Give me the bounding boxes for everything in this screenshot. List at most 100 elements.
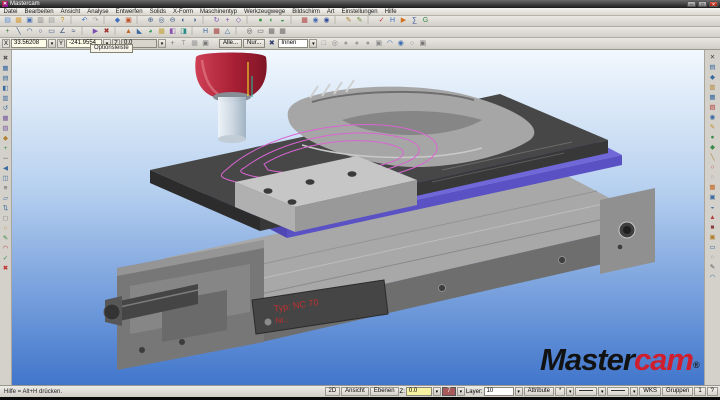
rt-flag-icon[interactable]: ▲ xyxy=(707,213,719,223)
menu-analyse[interactable]: Analyse xyxy=(84,8,112,16)
point-type-icon[interactable]: T xyxy=(178,39,189,49)
select-result-icon[interactable]: □ xyxy=(318,39,329,49)
rt-select-icon[interactable]: ▤ xyxy=(707,63,719,73)
rt-expand-icon[interactable]: ✕ xyxy=(707,53,719,63)
settings-small-icon[interactable]: ▣ xyxy=(200,39,211,49)
mru-view-icon[interactable]: ◫ xyxy=(0,174,12,184)
mru-blank-icon[interactable]: ▤ xyxy=(0,74,12,84)
mru-copy-icon[interactable]: ▥ xyxy=(0,94,12,104)
mru-analyze-icon[interactable]: ◆ xyxy=(0,134,12,144)
mru-box-icon[interactable]: ◻ xyxy=(0,214,12,224)
screenshot-icon[interactable]: ▣ xyxy=(123,16,134,26)
select-area-icon[interactable]: ● xyxy=(362,39,373,49)
mru-repaint-icon[interactable]: ▦ xyxy=(0,64,12,74)
z-caret-icon[interactable]: ▾ xyxy=(158,39,166,48)
mru-level-icon[interactable]: ▧ xyxy=(0,124,12,134)
material-view-icon[interactable]: ◒ xyxy=(277,16,288,26)
separator[interactable]: ▏ xyxy=(68,16,79,26)
y-coordinate-label[interactable]: Y xyxy=(57,39,65,48)
menu-werkzeugwege[interactable]: Werkzeugwege xyxy=(240,8,288,16)
status-line-width-select[interactable] xyxy=(607,387,629,396)
separator[interactable]: ▏ xyxy=(288,16,299,26)
planes-dropdown-icon[interactable]: ◉ xyxy=(321,16,332,26)
select-vector-icon[interactable]: ● xyxy=(351,39,362,49)
separator[interactable]: ▏ xyxy=(244,16,255,26)
x-coordinate-label[interactable]: X xyxy=(2,39,10,48)
unzoom-icon[interactable]: ◐ xyxy=(178,16,189,26)
xform-translate-icon[interactable]: ▶ xyxy=(90,27,101,37)
close-button[interactable]: ✕ xyxy=(709,1,718,7)
rt-leaf-icon[interactable]: ◆ xyxy=(707,143,719,153)
x-caret-icon[interactable]: ▾ xyxy=(48,39,56,48)
status-point-style-caret-icon[interactable]: ▾ xyxy=(566,387,574,396)
status-color-caret-icon[interactable]: ▾ xyxy=(457,387,465,396)
rt-loop-icon[interactable]: ○ xyxy=(707,163,719,173)
separator[interactable]: ▏ xyxy=(134,16,145,26)
grid-display-icon[interactable]: ▦ xyxy=(277,27,288,37)
shaded-view-icon[interactable]: ● xyxy=(255,16,266,26)
in-out-caret-icon[interactable]: ▾ xyxy=(309,39,317,48)
mru-plane-icon[interactable]: ▱ xyxy=(0,194,12,204)
operations-manager-icon[interactable]: ∑ xyxy=(409,16,420,26)
mru-shade-icon[interactable]: ◧ xyxy=(0,84,12,94)
status-attribute-button[interactable]: Attribute xyxy=(524,387,554,396)
open-file-icon[interactable]: ▦ xyxy=(13,16,24,26)
select-window-icon[interactable]: ◎ xyxy=(329,39,340,49)
status-z-field[interactable]: 0.0 xyxy=(406,387,432,396)
rt-planes-icon[interactable]: ▧ xyxy=(707,103,719,113)
status-split1-button[interactable]: 1 xyxy=(694,387,705,396)
mru-swap-icon[interactable]: ⇅ xyxy=(0,204,12,214)
graphics-viewport[interactable]: Typ: NC 70 Nr.: Mastercam® xyxy=(12,50,704,385)
surface-extrude-icon[interactable]: ▲ xyxy=(123,27,134,37)
menu-ansicht[interactable]: Ansicht xyxy=(57,8,84,16)
solids-history-icon[interactable]: H xyxy=(200,27,211,37)
mru-list-icon[interactable]: ≡ xyxy=(0,184,12,194)
rt-null-icon[interactable]: ○ xyxy=(707,253,719,263)
grid-settings-icon[interactable]: ▦ xyxy=(299,16,310,26)
rt-pencil-icon[interactable]: ✎ xyxy=(707,123,719,133)
rt-lasso-icon[interactable]: ◌ xyxy=(707,173,719,183)
status-point-style-select[interactable]: * xyxy=(555,387,565,396)
mru-rotate-icon[interactable]: ↺ xyxy=(0,104,12,114)
selection-fan-icon[interactable]: ✖ xyxy=(266,39,277,49)
create-arc-icon[interactable]: ◠ xyxy=(24,27,35,37)
dynamic-rotate-icon[interactable]: ↻ xyxy=(211,16,222,26)
fit-screen-icon[interactable]: ◇ xyxy=(233,16,244,26)
status-layer-caret-icon[interactable]: ▾ xyxy=(515,387,523,396)
maximize-button[interactable]: □ xyxy=(698,1,707,7)
menu-bearbeiten[interactable]: Bearbeiten xyxy=(21,8,57,16)
mru-check-icon[interactable]: ✓ xyxy=(0,254,12,264)
zoom-in-out-icon[interactable]: ⊖ xyxy=(167,16,178,26)
mru-fillet-icon[interactable]: ◠ xyxy=(0,244,12,254)
mru-circle-icon[interactable]: ○ xyxy=(0,224,12,234)
zoom-target-icon[interactable]: ◎ xyxy=(156,16,167,26)
rt-book-icon[interactable]: ▣ xyxy=(707,193,719,203)
separator[interactable]: ▏ xyxy=(112,27,123,37)
separator[interactable]: ▏ xyxy=(79,27,90,37)
gview-dropdown-icon[interactable]: ◉ xyxy=(310,16,321,26)
separator[interactable]: ▏ xyxy=(233,27,244,37)
menu-hilfe[interactable]: Hilfe xyxy=(381,8,400,16)
select-polygon-icon[interactable]: ● xyxy=(340,39,351,49)
mru-star-icon[interactable]: ✖ xyxy=(0,264,12,274)
zoom-window-icon[interactable]: ⊕ xyxy=(145,16,156,26)
bounding-box-icon[interactable]: ▭ xyxy=(255,27,266,37)
select-single-icon[interactable]: ▣ xyxy=(373,39,384,49)
x-coordinate-field[interactable]: 33.56208 xyxy=(11,39,47,48)
cursor-config-icon[interactable]: ▦ xyxy=(189,39,200,49)
menu-maschinentyp[interactable]: Maschinentyp xyxy=(196,8,240,16)
mru-line-icon[interactable]: ─ xyxy=(0,154,12,164)
status-ansicht-button[interactable]: Ansicht xyxy=(341,387,369,396)
select-chain-icon[interactable]: ◉ xyxy=(395,39,406,49)
minimize-button[interactable]: ─ xyxy=(687,1,696,7)
separator[interactable]: ▏ xyxy=(332,16,343,26)
status-layer-field[interactable]: 10 xyxy=(484,387,514,396)
surface-sweep-icon[interactable]: ◕ xyxy=(145,27,156,37)
rt-page-icon[interactable]: ▥ xyxy=(707,83,719,93)
help-icon[interactable]: ? xyxy=(57,16,68,26)
create-circle-icon[interactable]: ○ xyxy=(35,27,46,37)
status-z-caret-icon[interactable]: ▾ xyxy=(433,387,441,396)
rt-levels-icon[interactable]: ▦ xyxy=(707,93,719,103)
menu-datei[interactable]: Datei xyxy=(0,8,21,16)
separator[interactable]: ▏ xyxy=(101,16,112,26)
